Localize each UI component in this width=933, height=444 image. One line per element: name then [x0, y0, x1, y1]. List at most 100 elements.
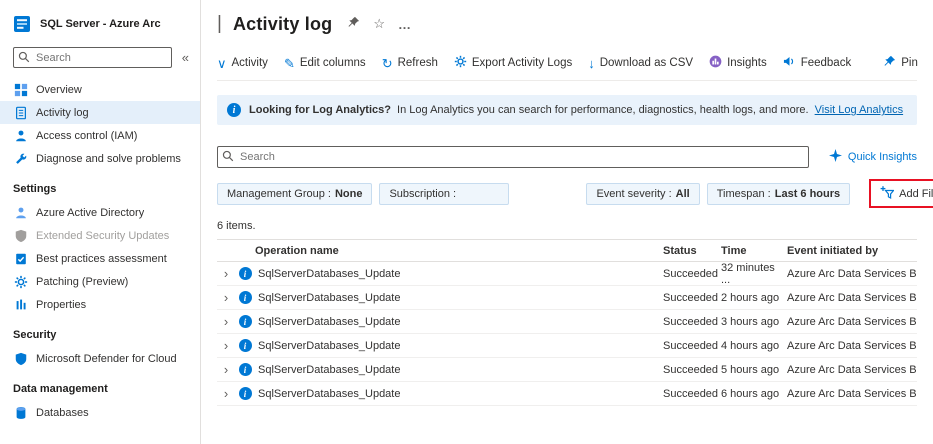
sidebar-item-label: Activity log [36, 106, 89, 119]
export-gear-icon [454, 55, 467, 71]
row-expander-icon[interactable]: › [217, 266, 235, 281]
row-info-icon[interactable]: i [235, 315, 255, 328]
column-header-operation-name[interactable]: Operation name [255, 245, 663, 257]
pill-value: None [334, 187, 363, 200]
pin-icon[interactable] [347, 16, 360, 32]
table-row[interactable]: › i SqlServerDatabases_Update Succeeded … [217, 286, 917, 310]
sidebar-item-best-practices[interactable]: Best practices assessment [0, 247, 200, 270]
column-header-event-initiated-by[interactable]: Event initiated by [787, 245, 917, 257]
pin-button[interactable]: Pin [883, 55, 918, 71]
quick-insights-button[interactable]: Quick Insights [828, 149, 917, 165]
command-bar: ∨ Activity ✎ Edit columns ↻ Refresh Expo… [217, 55, 918, 81]
gear-icon [13, 274, 28, 289]
edit-columns-button[interactable]: ✎ Edit columns [284, 57, 366, 70]
activity-search-box [217, 146, 809, 168]
column-header-time[interactable]: Time [721, 245, 787, 257]
row-info-icon[interactable]: i [235, 363, 255, 376]
row-status: Succeeded [663, 291, 719, 304]
info-icon: i [227, 103, 241, 117]
row-time: 2 hours ago [721, 291, 780, 304]
banner-text: Looking for Log Analytics? In Log Analyt… [249, 104, 903, 116]
feedback-button[interactable]: Feedback [783, 55, 851, 71]
sidebar-item-label: Diagnose and solve problems [36, 152, 181, 165]
row-time: 4 hours ago [721, 339, 780, 352]
row-initiated-by: Azure Arc Data Services Bi... [787, 267, 917, 280]
table-row[interactable]: › i SqlServerDatabases_Update Succeeded … [217, 358, 917, 382]
table-row[interactable]: › i SqlServerDatabases_Update Succeeded … [217, 382, 917, 406]
download-label: Download as CSV [599, 57, 694, 69]
sidebar-item-defender[interactable]: Microsoft Defender for Cloud [0, 347, 200, 370]
table-row[interactable]: › i SqlServerDatabases_Update Succeeded … [217, 310, 917, 334]
row-expander-icon[interactable]: › [217, 362, 235, 377]
more-options-icon[interactable]: … [398, 17, 411, 32]
export-activity-logs-button[interactable]: Export Activity Logs [454, 55, 572, 71]
filter-pill-management-group[interactable]: Management Group : None [217, 182, 373, 205]
column-header-status[interactable]: Status [663, 245, 721, 257]
sidebar-item-label: Overview [36, 83, 82, 96]
sidebar-item-patching[interactable]: Patching (Preview) [0, 270, 200, 293]
sidebar-item-properties[interactable]: Properties [0, 293, 200, 316]
activity-search-input[interactable] [217, 146, 809, 168]
sidebar-item-activity-log[interactable]: Activity log [0, 101, 200, 124]
clipboard-check-icon [13, 251, 28, 266]
row-initiated-by: Azure Arc Data Services Bi... [787, 363, 917, 376]
quick-insights-spark-icon [828, 149, 842, 165]
sidebar-item-access-control[interactable]: Access control (IAM) [0, 124, 200, 147]
activity-dropdown[interactable]: ∨ Activity [217, 57, 268, 70]
title-separator: | [217, 13, 222, 34]
items-count: 6 items. [217, 220, 256, 232]
table-header-row: Operation name Status Time Event initiat… [217, 239, 917, 262]
row-status: Succeeded [663, 363, 719, 376]
shield-icon [13, 228, 28, 243]
sidebar: SQL Server - Azure Arc « Overview Activi… [0, 0, 201, 444]
row-initiated-by: Azure Arc Data Services Bi... [787, 387, 917, 400]
add-filter-button[interactable]: Add Filter [874, 183, 933, 204]
insights-button[interactable]: Insights [709, 55, 767, 71]
main-content: | Activity log ☆ … ∨ Activity ✎ Edit col… [201, 0, 933, 444]
row-expander-icon[interactable]: › [217, 338, 235, 353]
sidebar-collapse-button[interactable]: « [179, 50, 192, 65]
table-row[interactable]: › i SqlServerDatabases_Update Succeeded … [217, 262, 917, 286]
database-icon [13, 405, 28, 420]
table-row[interactable]: › i SqlServerDatabases_Update Succeeded … [217, 334, 917, 358]
sidebar-item-label: Databases [36, 406, 89, 419]
pill-label: Subscription : [389, 187, 457, 200]
sidebar-item-diagnose[interactable]: Diagnose and solve problems [0, 147, 200, 170]
row-info-icon[interactable]: i [235, 339, 255, 352]
defender-shield-icon [13, 351, 28, 366]
refresh-button[interactable]: ↻ Refresh [382, 57, 438, 70]
export-label: Export Activity Logs [471, 57, 573, 69]
sidebar-search-input[interactable] [13, 47, 172, 68]
filter-pill-timespan[interactable]: Timespan : Last 6 hours [706, 182, 851, 205]
row-info-icon[interactable]: i [235, 387, 255, 400]
sidebar-item-azure-active-directory[interactable]: Azure Active Directory [0, 201, 200, 224]
sidebar-item-extended-security-updates[interactable]: Extended Security Updates [0, 224, 200, 247]
log-analytics-banner: i Looking for Log Analytics? In Log Anal… [217, 95, 917, 125]
azure-ad-icon [13, 205, 28, 220]
activity-log-table: Operation name Status Time Event initiat… [217, 239, 917, 406]
activity-log-icon [13, 105, 28, 120]
row-expander-icon[interactable]: › [217, 386, 235, 401]
row-info-icon[interactable]: i [235, 291, 255, 304]
favorite-star-icon[interactable]: ☆ [373, 16, 385, 32]
chevron-down-icon: ∨ [217, 55, 227, 71]
sidebar-item-databases[interactable]: Databases [0, 401, 200, 424]
filter-pill-subscription[interactable]: Subscription : [379, 182, 510, 205]
filter-pills-row: Management Group : None Subscription : E… [217, 179, 933, 208]
sidebar-section-settings: Settings [13, 183, 57, 195]
row-status: Succeeded [663, 339, 719, 352]
row-info-icon[interactable]: i [235, 267, 255, 280]
row-expander-icon[interactable]: › [217, 314, 235, 329]
insights-icon [709, 55, 722, 71]
page-title: Activity log [232, 13, 333, 34]
sidebar-section-security: Security [13, 329, 57, 341]
quick-insights-label: Quick Insights [847, 151, 917, 163]
filter-pill-event-severity[interactable]: Event severity : All [586, 182, 700, 205]
add-filter-annotation-box: Add Filter [869, 179, 933, 208]
sidebar-item-overview[interactable]: Overview [0, 78, 200, 101]
row-expander-icon[interactable]: › [217, 290, 235, 305]
row-operation-name: SqlServerDatabases_Update [258, 339, 401, 352]
sidebar-search-row: « [13, 47, 192, 68]
download-csv-button[interactable]: ↓ Download as CSV [588, 57, 693, 70]
visit-log-analytics-link[interactable]: Visit Log Analytics [815, 104, 903, 116]
